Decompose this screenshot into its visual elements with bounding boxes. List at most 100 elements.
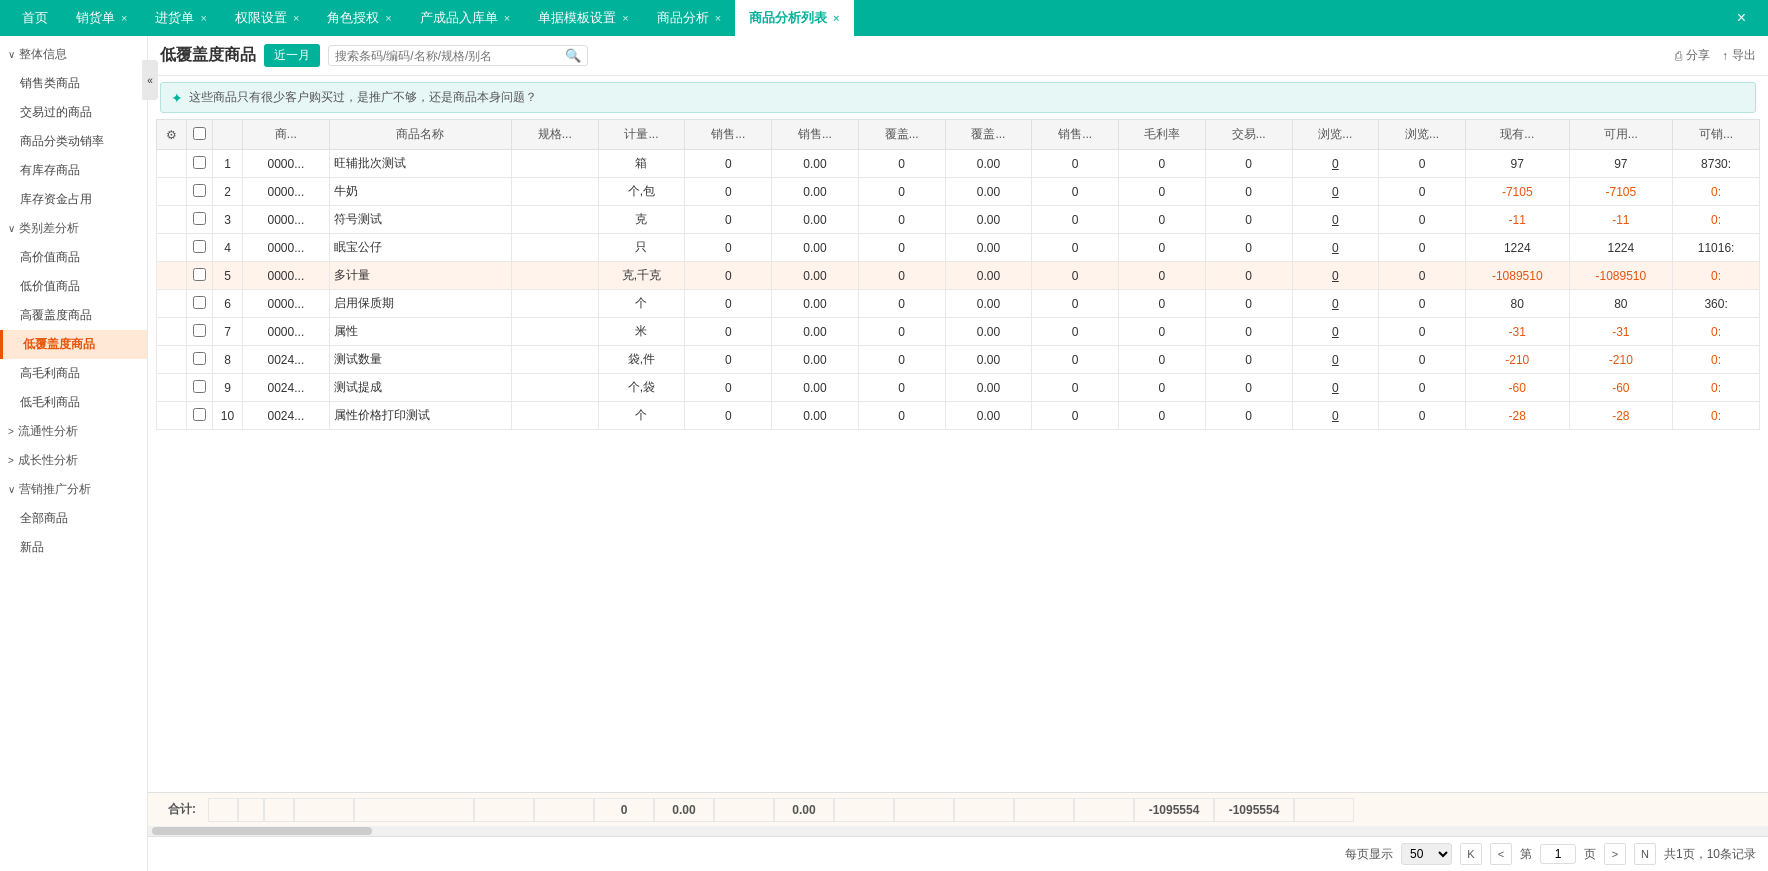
th-code[interactable]: 商... — [243, 120, 330, 150]
share-button[interactable]: ⎙ 分享 — [1675, 47, 1710, 64]
row-checkbox[interactable] — [193, 296, 206, 309]
nav-permission[interactable]: 权限设置 × — [221, 0, 313, 36]
th-unit[interactable]: 计量... — [598, 120, 685, 150]
th-browse[interactable]: 浏览... — [1292, 120, 1379, 150]
close-permission-tab[interactable]: × — [293, 12, 299, 24]
sidebar-section-category[interactable]: ∨ 类别差分析 — [0, 214, 147, 243]
row-checkbox[interactable] — [193, 268, 206, 281]
close-template-tab[interactable]: × — [622, 12, 628, 24]
cell-checkbox[interactable] — [187, 178, 213, 206]
th-sellable[interactable]: 可销... — [1673, 120, 1760, 150]
window-close-button[interactable]: × — [1723, 0, 1760, 36]
sidebar-section-overall[interactable]: ∨ 整体信息 — [0, 40, 147, 69]
cell-checkbox[interactable] — [187, 206, 213, 234]
cell-checkbox[interactable] — [187, 150, 213, 178]
cell-checkbox[interactable] — [187, 346, 213, 374]
sidebar-section-liquidity[interactable]: > 流通性分析 — [0, 417, 147, 446]
close-purchase-tab[interactable]: × — [200, 12, 206, 24]
row-checkbox[interactable] — [193, 352, 206, 365]
th-sales-qty[interactable]: 销售... — [685, 120, 772, 150]
th-settings[interactable]: ⚙ — [157, 120, 187, 150]
close-role-tab[interactable]: × — [385, 12, 391, 24]
cell-browse[interactable]: 0 — [1292, 290, 1379, 318]
nav-purchase[interactable]: 进货单 × — [141, 0, 220, 36]
prev-page-button[interactable]: < — [1490, 843, 1512, 865]
cell-browse[interactable]: 0 — [1292, 262, 1379, 290]
row-checkbox[interactable] — [193, 156, 206, 169]
sidebar-item-high-value[interactable]: 高价值商品 — [0, 243, 147, 272]
cell-checkbox[interactable] — [187, 262, 213, 290]
export-button[interactable]: ↑ 导出 — [1722, 47, 1756, 64]
row-checkbox[interactable] — [193, 240, 206, 253]
close-product-inbound-tab[interactable]: × — [504, 12, 510, 24]
sidebar-item-new-goods[interactable]: 新品 — [0, 533, 147, 562]
cell-checkbox[interactable] — [187, 374, 213, 402]
th-trans[interactable]: 交易... — [1205, 120, 1292, 150]
th-avail[interactable]: 可用... — [1569, 120, 1673, 150]
th-sales-cust[interactable]: 销售... — [1032, 120, 1119, 150]
sidebar-item-traded-goods[interactable]: 交易过的商品 — [0, 98, 147, 127]
th-gross-rate[interactable]: 毛利率 — [1119, 120, 1206, 150]
period-button[interactable]: 近一月 — [264, 44, 320, 67]
close-sales-tab[interactable]: × — [121, 12, 127, 24]
cell-browse[interactable]: 0 — [1292, 234, 1379, 262]
sidebar-item-high-margin[interactable]: 高毛利商品 — [0, 359, 147, 388]
sidebar-item-all-goods[interactable]: 全部商品 — [0, 504, 147, 533]
row-checkbox[interactable] — [193, 212, 206, 225]
page-size-select[interactable]: 50 10 20 100 — [1401, 843, 1452, 865]
cell-checkbox[interactable] — [187, 290, 213, 318]
row-checkbox[interactable] — [193, 324, 206, 337]
page-input[interactable] — [1540, 844, 1576, 864]
cell-browse[interactable]: 0 — [1292, 402, 1379, 430]
cell-browse[interactable]: 0 — [1292, 318, 1379, 346]
sidebar-collapse-button[interactable]: « — [142, 60, 158, 100]
cell-browse[interactable]: 0 — [1292, 206, 1379, 234]
cell-checkbox[interactable] — [187, 234, 213, 262]
th-cover-rate[interactable]: 覆盖... — [945, 120, 1032, 150]
sidebar-section-marketing[interactable]: ∨ 营销推广分析 — [0, 475, 147, 504]
horizontal-scrollbar[interactable] — [148, 826, 1768, 836]
sidebar-item-category-rate[interactable]: 商品分类动销率 — [0, 127, 147, 156]
th-checkbox[interactable] — [187, 120, 213, 150]
cell-stock: -1089510 — [1465, 262, 1569, 290]
nav-goods-analysis-list[interactable]: 商品分析列表 × — [735, 0, 853, 36]
sidebar-item-low-value[interactable]: 低价值商品 — [0, 272, 147, 301]
nav-template[interactable]: 单据模板设置 × — [524, 0, 642, 36]
sidebar-item-high-coverage[interactable]: 高覆盖度商品 — [0, 301, 147, 330]
th-browse-cust[interactable]: 浏览... — [1379, 120, 1466, 150]
nav-home[interactable]: 首页 — [8, 0, 62, 36]
cell-browse[interactable]: 0 — [1292, 374, 1379, 402]
sidebar-item-stock-goods[interactable]: 有库存商品 — [0, 156, 147, 185]
th-cover-cust[interactable]: 覆盖... — [858, 120, 945, 150]
nav-sales[interactable]: 销货单 × — [62, 0, 141, 36]
cell-browse[interactable]: 0 — [1292, 346, 1379, 374]
cell-browse[interactable]: 0 — [1292, 178, 1379, 206]
th-spec[interactable]: 规格... — [511, 120, 598, 150]
sidebar-item-low-coverage[interactable]: 低覆盖度商品 — [0, 330, 147, 359]
cell-checkbox[interactable] — [187, 318, 213, 346]
th-name[interactable]: 商品名称 — [329, 120, 511, 150]
row-checkbox[interactable] — [193, 380, 206, 393]
pagination: 每页显示 50 10 20 100 K < 第 页 > N 共1页，10条记录 — [148, 836, 1768, 871]
nav-role[interactable]: 角色授权 × — [313, 0, 405, 36]
cell-checkbox[interactable] — [187, 402, 213, 430]
search-input[interactable] — [335, 49, 565, 63]
row-checkbox[interactable] — [193, 184, 206, 197]
select-all-checkbox[interactable] — [193, 127, 206, 140]
close-goods-analysis-tab[interactable]: × — [715, 12, 721, 24]
sidebar-item-sales-goods[interactable]: 销售类商品 — [0, 69, 147, 98]
close-goods-analysis-list-tab[interactable]: × — [833, 12, 839, 24]
th-sales-amt[interactable]: 销售... — [772, 120, 859, 150]
next-page-button[interactable]: > — [1604, 843, 1626, 865]
row-checkbox[interactable] — [193, 408, 206, 421]
nav-goods-analysis[interactable]: 商品分析 × — [643, 0, 735, 36]
sidebar-item-low-margin[interactable]: 低毛利商品 — [0, 388, 147, 417]
th-stock[interactable]: 现有... — [1465, 120, 1569, 150]
nav-product-inbound[interactable]: 产成品入库单 × — [406, 0, 524, 36]
last-page-button[interactable]: N — [1634, 843, 1656, 865]
scrollbar-thumb[interactable] — [152, 827, 372, 835]
sidebar-section-growth[interactable]: > 成长性分析 — [0, 446, 147, 475]
sidebar-item-stock-fund[interactable]: 库存资金占用 — [0, 185, 147, 214]
first-page-button[interactable]: K — [1460, 843, 1482, 865]
cell-browse[interactable]: 0 — [1292, 150, 1379, 178]
